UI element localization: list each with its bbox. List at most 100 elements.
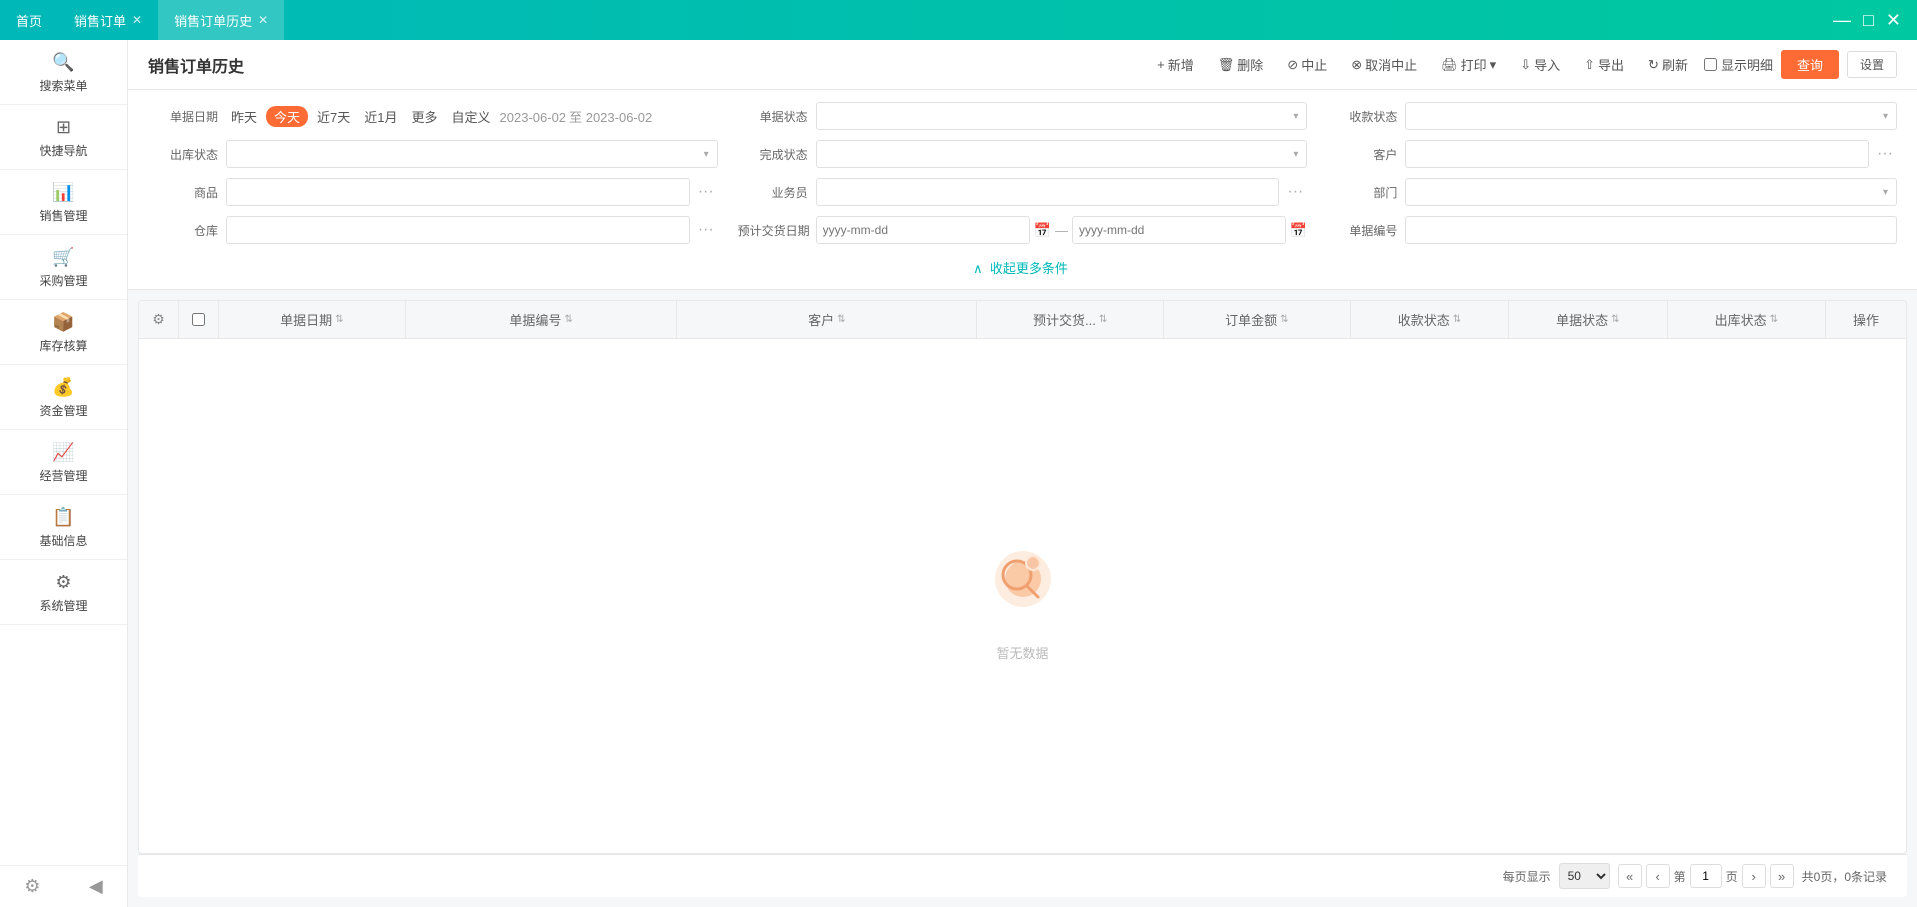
order-status-select[interactable]: ▾	[816, 102, 1308, 130]
sidebar-item-label: 经营管理	[39, 467, 87, 484]
date-quick-1month[interactable]: 近1月	[359, 106, 402, 127]
close-icon[interactable]: ✕	[132, 13, 142, 27]
minimize-button[interactable]: —	[1829, 10, 1855, 31]
date-quick-7days[interactable]: 近7天	[312, 106, 355, 127]
print-button[interactable]: 🖨 打印 ▾	[1433, 51, 1504, 78]
sidebar-item-system[interactable]: ⚙ 系统管理	[0, 560, 127, 625]
salesperson-ellipsis[interactable]: ···	[1283, 183, 1307, 201]
delivery-date-start[interactable]	[816, 216, 1030, 244]
th-settings[interactable]: ⚙	[139, 301, 179, 338]
th-amount[interactable]: 订单金额 ⇅	[1164, 301, 1351, 338]
sidebar-collapse-icon[interactable]: ◀	[89, 876, 103, 897]
new-button[interactable]: + 新增	[1149, 51, 1202, 78]
filter-receipt-status: 收款状态 ▾	[1327, 102, 1897, 130]
per-page-select[interactable]: 50 20 100	[1559, 863, 1610, 889]
topbar: 首页 销售订单 ✕ 销售订单历史 ✕ — □ ✕	[0, 0, 1917, 40]
th-action-label: 操作	[1853, 310, 1879, 329]
th-delivery-status[interactable]: 出库状态 ⇅	[1668, 301, 1826, 338]
refresh-label: 刷新	[1662, 55, 1688, 74]
next-page-button[interactable]: ›	[1742, 864, 1766, 888]
tab-home[interactable]: 首页	[0, 0, 58, 40]
stop-button[interactable]: ⊘ 中止	[1279, 51, 1335, 78]
table-settings-icon[interactable]: ⚙	[152, 311, 165, 328]
th-order-no[interactable]: 单据编号 ⇅	[406, 301, 678, 338]
sidebar-item-label: 系统管理	[39, 597, 87, 614]
th-checkbox[interactable]	[179, 301, 219, 338]
calendar-icon-end[interactable]: 📅	[1290, 222, 1307, 239]
calendar-icon-start[interactable]: 📅	[1034, 222, 1051, 239]
refresh-button[interactable]: ↻ 刷新	[1640, 51, 1696, 78]
completion-status-select[interactable]: ▾	[816, 140, 1308, 168]
date-quick-today[interactable]: 今天	[266, 106, 308, 127]
date-quick-buttons: 昨天 今天 近7天 近1月 更多 自定义	[226, 106, 496, 127]
customer-label: 客户	[1327, 146, 1397, 163]
prev-page-button[interactable]: ‹	[1646, 864, 1670, 888]
sidebar-item-purchase-mgmt[interactable]: 🛒 采购管理	[0, 235, 127, 300]
close-icon-history[interactable]: ✕	[258, 13, 268, 27]
th-date[interactable]: 单据日期 ⇅	[219, 301, 406, 338]
goods-label: 商品	[148, 184, 218, 201]
export-button[interactable]: ⇧ 导出	[1576, 51, 1632, 78]
customer-input[interactable]	[1405, 140, 1869, 168]
page-number-input[interactable]	[1690, 864, 1722, 888]
last-page-button[interactable]: »	[1770, 864, 1794, 888]
order-status-arrow: ▾	[1293, 111, 1298, 122]
cancel-stop-button[interactable]: ⊗ 取消中止	[1343, 51, 1425, 78]
export-label: 导出	[1598, 55, 1624, 74]
department-select[interactable]: ▾	[1405, 178, 1897, 206]
first-page-button[interactable]: «	[1618, 864, 1642, 888]
date-quick-more[interactable]: 更多	[407, 106, 443, 127]
query-button[interactable]: 查询	[1781, 50, 1839, 79]
maximize-button[interactable]: □	[1859, 10, 1878, 31]
sidebar-item-quick-nav[interactable]: ⊞ 快捷导航	[0, 105, 127, 170]
select-all-checkbox[interactable]	[192, 313, 205, 326]
th-customer[interactable]: 客户 ⇅	[677, 301, 977, 338]
sidebar-item-operations[interactable]: 📈 经营管理	[0, 430, 127, 495]
tab-sales-order[interactable]: 销售订单 ✕	[58, 0, 158, 40]
delivery-date-control: 📅 — 📅	[816, 216, 1308, 244]
sidebar-item-finance[interactable]: 💰 资金管理	[0, 365, 127, 430]
setting-button[interactable]: 设置	[1847, 51, 1897, 78]
filter-row-1: 单据日期 昨天 今天 近7天 近1月 更多 自定义 2023-06-02	[148, 102, 1897, 130]
tab-sales-order-history[interactable]: 销售订单历史 ✕	[158, 0, 284, 40]
sidebar-item-basic-info[interactable]: 📋 基础信息	[0, 495, 127, 560]
sidebar-item-inventory[interactable]: 📦 库存核算	[0, 300, 127, 365]
sidebar-settings-icon[interactable]: ⚙	[24, 876, 40, 897]
display-toggle[interactable]: 显示明细	[1704, 55, 1773, 74]
import-button[interactable]: ⇩ 导入	[1512, 51, 1568, 78]
warehouse-control: ···	[226, 216, 718, 244]
main-layout: 🔍 搜索菜单 ⊞ 快捷导航 📊 销售管理 🛒 采购管理 📦 库存核算 💰 资金管…	[0, 40, 1917, 907]
delivery-status-control: ▾	[226, 140, 718, 168]
display-toggle-checkbox[interactable]	[1704, 58, 1717, 71]
delete-button[interactable]: 🗑 删除	[1210, 51, 1272, 78]
sidebar-item-search-menu[interactable]: 🔍 搜索菜单	[0, 40, 127, 105]
sidebar-item-label: 采购管理	[39, 272, 87, 289]
customer-ellipsis[interactable]: ···	[1873, 145, 1897, 163]
delivery-date-end[interactable]	[1072, 216, 1286, 244]
filter-date: 单据日期 昨天 今天 近7天 近1月 更多 自定义 2023-06-02	[148, 106, 718, 127]
delivery-status-select[interactable]: ▾	[226, 140, 718, 168]
salesperson-input[interactable]	[816, 178, 1280, 206]
sort-status-icon: ⇅	[1611, 314, 1619, 325]
print-icon: 🖨	[1441, 57, 1458, 73]
goods-input[interactable]	[226, 178, 690, 206]
goods-ellipsis[interactable]: ···	[694, 183, 718, 201]
warehouse-ellipsis[interactable]: ···	[694, 221, 718, 239]
collapse-row[interactable]: ∧ 收起更多条件	[148, 254, 1897, 277]
sidebar-item-sales-mgmt[interactable]: 📊 销售管理	[0, 170, 127, 235]
last-page-icon: »	[1778, 869, 1785, 884]
date-quick-custom[interactable]: 自定义	[447, 106, 496, 127]
th-receipt-status[interactable]: 收款状态 ⇅	[1351, 301, 1509, 338]
topbar-right: — □ ✕	[1817, 10, 1917, 31]
th-order-status[interactable]: 单据状态 ⇅	[1509, 301, 1667, 338]
receipt-status-select[interactable]: ▾	[1405, 102, 1897, 130]
th-delivery-label: 预计交货...	[1033, 310, 1096, 329]
sidebar-item-label: 销售管理	[39, 207, 87, 224]
order-no-input[interactable]	[1405, 216, 1897, 244]
th-delivery-date[interactable]: 预计交货... ⇅	[977, 301, 1164, 338]
date-quick-yesterday[interactable]: 昨天	[226, 106, 262, 127]
order-status-control: ▾	[816, 102, 1308, 130]
warehouse-input[interactable]	[226, 216, 690, 244]
close-window-button[interactable]: ✕	[1882, 10, 1905, 31]
sidebar-item-label: 资金管理	[39, 402, 87, 419]
